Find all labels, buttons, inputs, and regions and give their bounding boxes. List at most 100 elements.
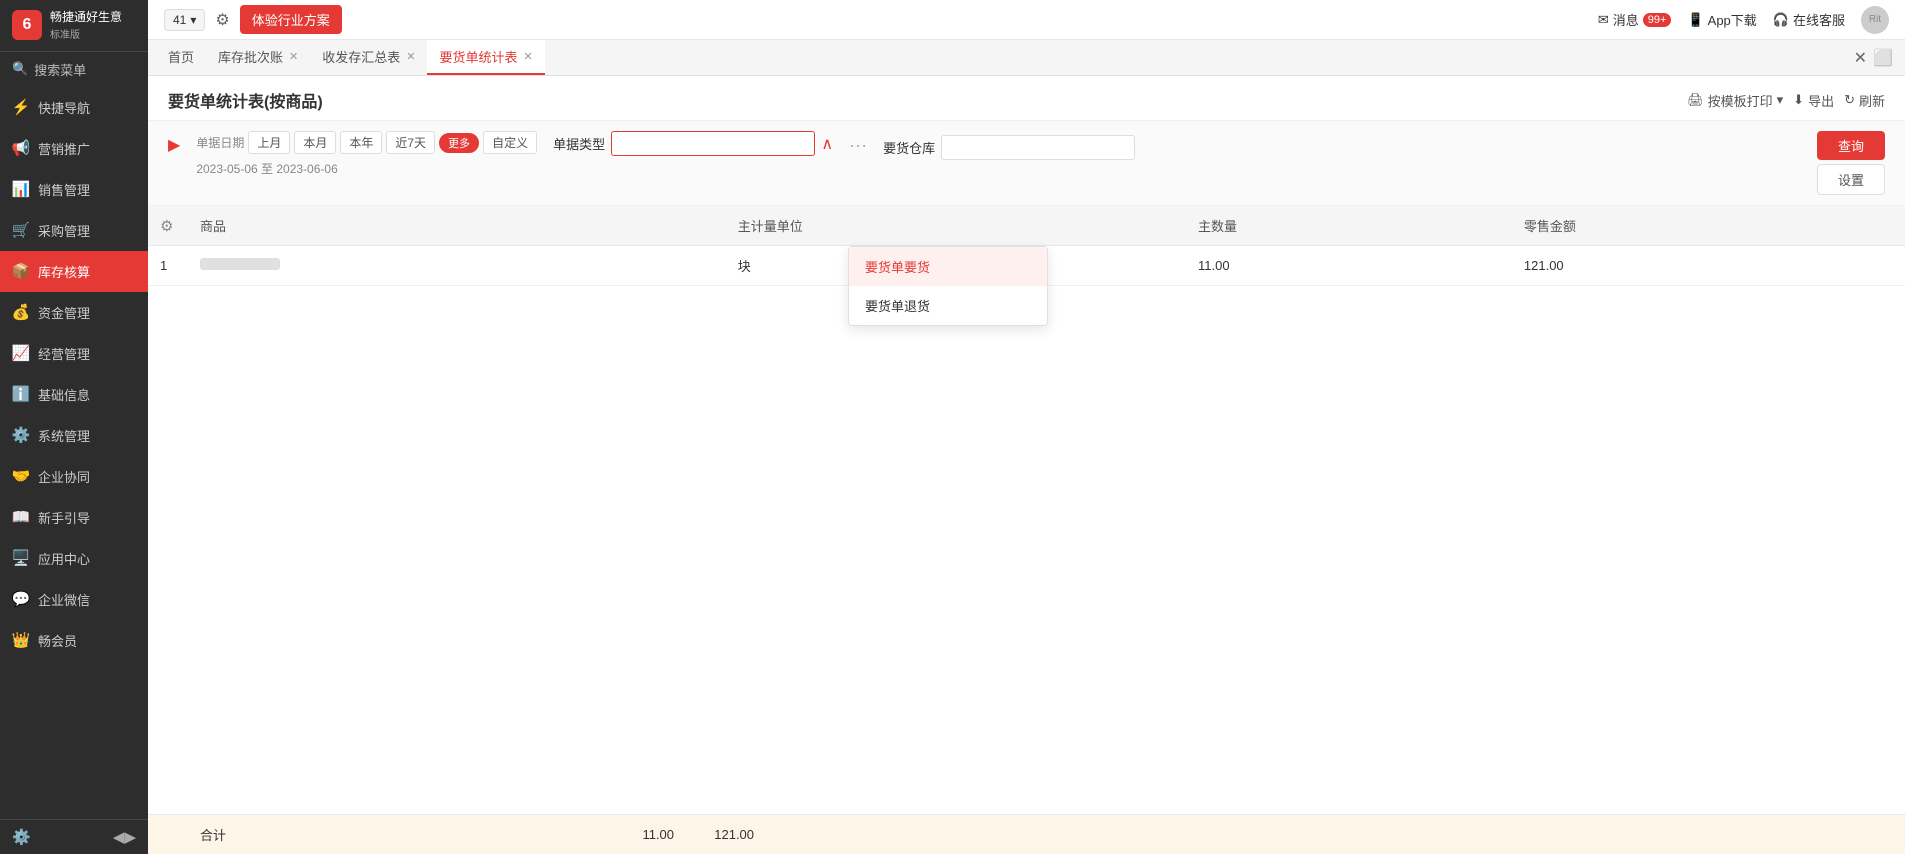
collapse-icon[interactable]: ◀▶ (113, 828, 136, 846)
print-icon: 🖨 (1687, 92, 1704, 108)
sidebar-search[interactable]: 🔍 搜索菜单 (0, 52, 148, 87)
sidebar-label-wechat: 企业微信 (38, 590, 90, 609)
date-btn-this-month[interactable]: 本月 (294, 131, 336, 154)
tab-home[interactable]: 首页 (156, 40, 206, 75)
user-avatar[interactable]: Rit (1861, 6, 1889, 34)
refresh-action[interactable]: ↻ 刷新 (1844, 91, 1885, 110)
wechat-icon: 💬 (12, 590, 30, 608)
table-settings-icon[interactable]: ⚙ (160, 218, 173, 235)
trial-button[interactable]: 体验行业方案 (240, 5, 342, 34)
topbar-settings-icon[interactable]: ⚙ (215, 10, 229, 30)
sidebar-item-wechat[interactable]: 💬 企业微信 (0, 579, 148, 620)
sidebar-item-inventory[interactable]: 📦 库存核算 (0, 251, 148, 292)
warehouse-filter-input[interactable] (941, 135, 1135, 160)
settings-bottom-icon[interactable]: ⚙️ (12, 828, 31, 846)
app-download-action[interactable]: 📱 App下载 (1687, 10, 1756, 29)
refresh-icon: ↻ (1844, 92, 1855, 108)
filter-toggle-icon[interactable]: ▶ (168, 135, 180, 155)
sidebar-bottom: ⚙️ ◀▶ (0, 819, 148, 854)
sales-icon: 📊 (12, 180, 30, 198)
product-placeholder (200, 258, 280, 270)
close-all-icon[interactable]: ✕ (1854, 48, 1867, 68)
filter-more-icon[interactable]: ··· (849, 135, 867, 156)
tab-requisition[interactable]: 要货单统计表 ✕ (427, 40, 544, 75)
sidebar-item-guide[interactable]: 📖 新手引导 (0, 497, 148, 538)
messages-action[interactable]: ✉ 消息 99+ (1598, 10, 1672, 29)
footer-quantity: 11.00 (606, 827, 686, 842)
quick-icon: ⚡ (12, 98, 30, 116)
service-icon: 🎧 (1773, 12, 1789, 28)
search-icon: 🔍 (12, 61, 28, 77)
app-download-label: App下载 (1708, 10, 1757, 29)
filter-settings-button[interactable]: 设置 (1817, 164, 1885, 195)
date-range-display: 2023-05-06 至 2023-06-06 (196, 160, 537, 177)
tab-summary-close[interactable]: ✕ (406, 50, 415, 63)
sidebar-item-apps[interactable]: 🖥️ 应用中心 (0, 538, 148, 579)
sidebar-item-basic[interactable]: ℹ️ 基础信息 (0, 374, 148, 415)
tab-requisition-label: 要货单统计表 (439, 47, 517, 66)
sidebar-item-quick[interactable]: ⚡ 快捷导航 (0, 87, 148, 128)
warehouse-filter-label: 要货仓库 (883, 138, 935, 157)
online-service-label: 在线客服 (1793, 10, 1845, 29)
online-service-action[interactable]: 🎧 在线客服 (1773, 10, 1845, 29)
tab-summary[interactable]: 收发存汇总表 ✕ (310, 40, 427, 75)
type-filter-label: 单据类型 (553, 134, 605, 153)
sidebar-item-finance[interactable]: 💰 资金管理 (0, 292, 148, 333)
app-name: 畅捷通好生意 (50, 10, 122, 26)
date-filter-label: 单据日期 (196, 134, 244, 151)
guide-icon: 📖 (12, 508, 30, 526)
cell-index: 1 (148, 246, 188, 286)
date-btn-7days[interactable]: 近7天 (386, 131, 435, 154)
topbar: 41 ▾ ⚙ 体验行业方案 ✉ 消息 99+ 📱 App下载 🎧 在线客服 Ri… (148, 0, 1905, 40)
member-icon: 👑 (12, 631, 30, 649)
print-label: 按模板打印 (1708, 91, 1773, 110)
sidebar-item-marketing[interactable]: 📢 营销推广 (0, 128, 148, 169)
sidebar-label-quick: 快捷导航 (38, 98, 90, 117)
col-settings: ⚙ (148, 206, 188, 246)
export-label: 导出 (1808, 91, 1834, 110)
collab-icon: 🤝 (12, 467, 30, 485)
sidebar-item-sales[interactable]: 📊 销售管理 (0, 169, 148, 210)
purchase-icon: 🛒 (12, 221, 30, 239)
export-action[interactable]: ⬇ 导出 (1793, 91, 1834, 110)
tabs-controls: ✕ ⬜ (1850, 40, 1897, 75)
apps-icon: 🖥️ (12, 549, 30, 567)
basic-icon: ℹ️ (12, 385, 30, 403)
cell-amount: 121.00 (1512, 246, 1905, 286)
sidebar-item-system[interactable]: ⚙️ 系统管理 (0, 415, 148, 456)
page-header: 要货单统计表(按商品) 🖨 按模板打印 ▾ ⬇ 导出 ↻ 刷新 (148, 76, 1905, 121)
date-btn-last-month[interactable]: 上月 (248, 131, 290, 154)
sidebar-item-management[interactable]: 📈 经营管理 (0, 333, 148, 374)
type-dropdown-arrow[interactable]: ∧ (821, 134, 833, 154)
avatar-placeholder: Rit (1869, 14, 1881, 25)
sidebar-item-member[interactable]: 👑 畅会员 (0, 620, 148, 661)
date-btn-custom[interactable]: 自定义 (483, 131, 537, 154)
sidebar-item-collab[interactable]: 🤝 企业协同 (0, 456, 148, 497)
cell-product (188, 246, 726, 286)
refresh-label: 刷新 (1859, 91, 1885, 110)
tab-stock-close[interactable]: ✕ (289, 50, 298, 63)
date-btn-more[interactable]: 更多 (439, 133, 479, 153)
sidebar-label-collab: 企业协同 (38, 467, 90, 486)
sidebar-logo: 6 畅捷通好生意 标准版 (0, 0, 148, 52)
dropdown-item-1[interactable]: 要货单退货 (849, 286, 1047, 325)
sidebar-label-basic: 基础信息 (38, 385, 90, 404)
management-icon: 📈 (12, 344, 30, 362)
type-filter-input[interactable] (611, 131, 815, 156)
tab-requisition-close[interactable]: ✕ (524, 50, 533, 63)
tabs-bar: 首页 库存批次账 ✕ 收发存汇总表 ✕ 要货单统计表 ✕ ✕ ⬜ (148, 40, 1905, 76)
dropdown-item-0[interactable]: 要货单要货 (849, 247, 1047, 286)
col-unit: 主计量单位 (726, 206, 1186, 246)
sidebar-item-purchase[interactable]: 🛒 采购管理 (0, 210, 148, 251)
query-button[interactable]: 查询 (1817, 131, 1885, 160)
col-amount: 零售金额 (1512, 206, 1905, 246)
search-label: 搜索菜单 (34, 60, 86, 79)
messages-label: 消息 (1613, 10, 1639, 29)
tab-stock[interactable]: 库存批次账 ✕ (206, 40, 310, 75)
filter-actions: 查询 设置 (1817, 131, 1885, 195)
store-selector[interactable]: 41 ▾ (164, 9, 205, 31)
date-btn-this-year[interactable]: 本年 (340, 131, 382, 154)
maximize-icon[interactable]: ⬜ (1873, 48, 1893, 68)
table-footer: 合计 11.00 121.00 (148, 814, 1905, 854)
print-action[interactable]: 🖨 按模板打印 ▾ (1687, 91, 1783, 110)
